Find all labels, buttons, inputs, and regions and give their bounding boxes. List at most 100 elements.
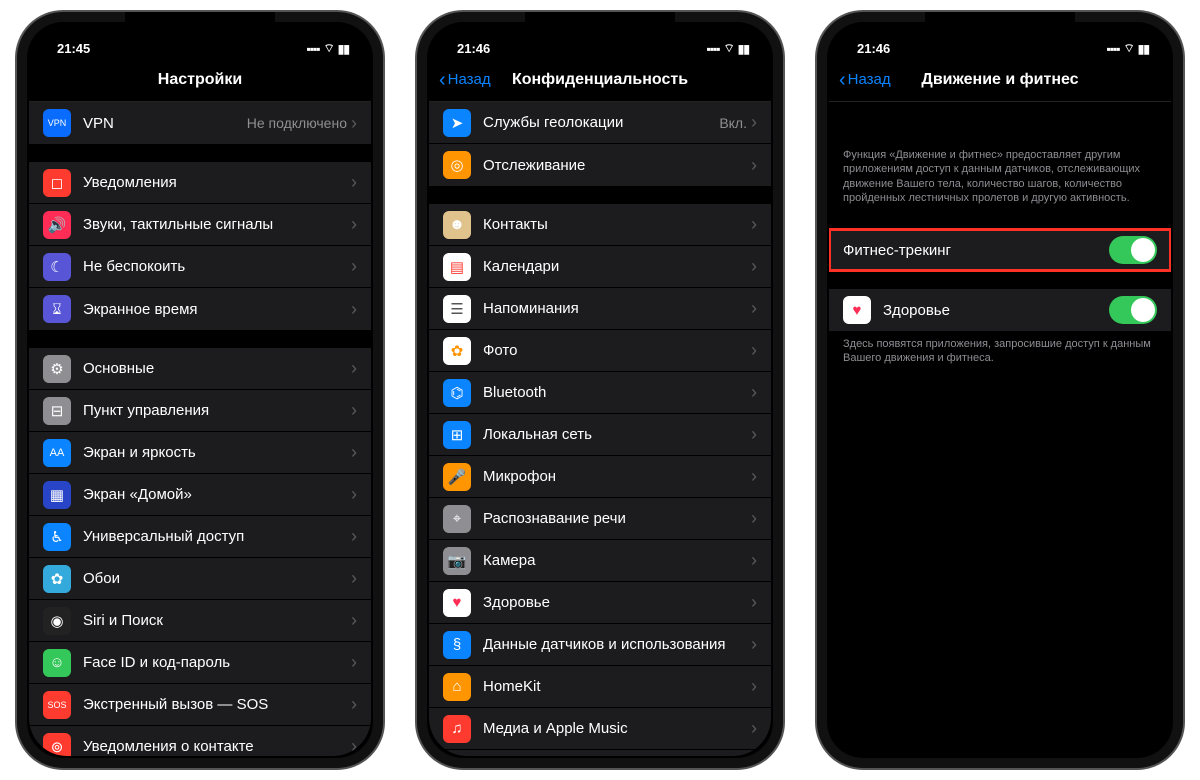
row-label: Календари [483,258,751,275]
row-label: VPN [83,115,247,132]
back-label: Назад [848,71,891,88]
settings-group: ◻︎Уведомления›🔊Звуки, тактильные сигналы… [29,162,371,330]
settings-row[interactable]: ⌛︎Экранное время› [29,288,371,330]
general-icon: ⚙︎ [43,355,71,383]
settings-row[interactable]: ☰Напоминания› [429,288,771,330]
siri-icon: ◉ [43,607,71,635]
speech-icon: ⌖ [443,505,471,533]
phone-1: 21:45 ▪▪▪▪ ⌔ ▮▮ Настройки VPNVPNНе подкл… [15,10,385,770]
homekit-icon: ⌂ [443,673,471,701]
row-label: Уведомления [83,174,351,191]
settings-row[interactable]: ▤Календари› [429,246,771,288]
settings-row[interactable]: AAЭкран и яркость› [29,432,371,474]
status-time: 21:45 [57,41,90,56]
settings-row[interactable]: 🗀Файлы и папки› [429,750,771,756]
settings-row[interactable]: §Данные датчиков и использования› [429,624,771,666]
reminders-icon: ☰ [443,295,471,323]
row-label: Не беспокоить [83,258,351,275]
navbar-1: Настройки [29,58,371,102]
settings-row[interactable]: ⌂HomeKit› [429,666,771,708]
chevron-right-icon: › [751,256,757,277]
status-time: 21:46 [457,41,490,56]
settings-row[interactable]: 📷Камера› [429,540,771,582]
status-icons: ▪▪▪▪ ⌔ ▮▮ [1106,41,1149,56]
chevron-right-icon: › [751,508,757,529]
settings-row[interactable]: ⚙︎Основные› [29,348,371,390]
row-label: Локальная сеть [483,426,751,443]
chevron-left-icon: ‹ [439,70,446,90]
settings-row[interactable]: ☾Не беспокоить› [29,246,371,288]
settings-row[interactable]: ◉Siri и Поиск› [29,600,371,642]
chevron-right-icon: › [351,358,357,379]
row-label: Контакты [483,216,751,233]
chevron-right-icon: › [751,214,757,235]
camera-icon: 📷 [443,547,471,575]
settings-row[interactable]: ◻︎Уведомления› [29,162,371,204]
health-row[interactable]: ♥︎ Здоровье [829,289,1171,331]
status-time: 21:46 [857,41,890,56]
row-label: Экранное время [83,301,351,318]
status-icons: ▪▪▪▪ ⌔ ▮▮ [306,41,349,56]
navbar-3: ‹ Назад Движение и фитнес [829,58,1171,102]
wifi-icon: ⌔ [1124,41,1134,56]
localnet-icon: ⊞ [443,421,471,449]
settings-group: ⚙︎Основные›⊟Пункт управления›AAЭкран и я… [29,348,371,756]
settings-row[interactable]: ▦Экран «Домой»› [29,474,371,516]
health-label: Здоровье [883,302,1109,319]
chevron-right-icon: › [751,112,757,133]
chevron-right-icon: › [751,592,757,613]
notch [125,12,275,40]
row-detail: Вкл. [719,115,747,131]
settings-row[interactable]: ✿Обои› [29,558,371,600]
row-label: Уведомления о контакте [83,738,351,755]
settings-row[interactable]: ☺︎Face ID и код-пароль› [29,642,371,684]
settings-row[interactable]: ♿︎Универсальный доступ› [29,516,371,558]
settings-row[interactable]: 🔊Звуки, тактильные сигналы› [29,204,371,246]
row-label: Экран «Домой» [83,486,351,503]
health-toggle[interactable] [1109,296,1157,324]
fitness-tracking-toggle[interactable] [1109,236,1157,264]
settings-row[interactable]: ➤Службы геолокацииВкл.› [429,102,771,144]
navbar-2: ‹ Назад Конфиденциальность [429,58,771,102]
settings-row[interactable]: SOS Экстренный вызов — SOS› [29,684,371,726]
fitness-tracking-row[interactable]: Фитнес-трекинг [829,229,1171,271]
health-icon: ♥︎ [443,589,471,617]
sounds-icon: 🔊 [43,211,71,239]
settings-row[interactable]: VPNVPNНе подключено› [29,102,371,144]
battery-icon: ▮▮ [1138,42,1149,56]
privacy-list[interactable]: ➤Службы геолокацииВкл.›◎Отслеживание› ☻Ко… [429,102,771,756]
page-title: Настройки [158,71,242,89]
row-label: Пункт управления [83,402,351,419]
chevron-right-icon: › [751,340,757,361]
settings-row[interactable]: ♥︎Здоровье› [429,582,771,624]
battery-icon: ▮▮ [338,42,349,56]
faceid-icon: ☺︎ [43,649,71,677]
settings-row[interactable]: ⊞ Локальная сеть› [429,414,771,456]
row-label: Службы геолокации [483,114,719,131]
motion-fitness-content: Функция «Движение и фитнес» предоставляе… [829,102,1171,756]
chevron-right-icon: › [751,550,757,571]
chevron-right-icon: › [751,466,757,487]
settings-row[interactable]: ✿Фото› [429,330,771,372]
page-title: Конфиденциальность [512,71,688,89]
settings-row[interactable]: ♫Медиа и Apple Music› [429,708,771,750]
settings-row[interactable]: ☻Контакты› [429,204,771,246]
battery-icon: ▮▮ [738,42,749,56]
settings-row[interactable]: ◎Отслеживание› [429,144,771,186]
chevron-right-icon: › [751,424,757,445]
settings-row[interactable]: ⊟Пункт управления› [29,390,371,432]
settings-row[interactable]: ⌬Bluetooth› [429,372,771,414]
chevron-right-icon: › [351,526,357,547]
settings-row[interactable]: ⌖Распознавание речи› [429,498,771,540]
settings-list[interactable]: VPNVPNНе подключено› ◻︎Уведомления›🔊Звуки… [29,102,371,756]
chevron-right-icon: › [351,694,357,715]
back-button[interactable]: ‹ Назад [839,70,891,90]
settings-row[interactable]: 🎤Микрофон› [429,456,771,498]
chevron-right-icon: › [351,172,357,193]
back-button[interactable]: ‹ Назад [439,70,491,90]
row-label: Экстренный вызов — SOS [83,696,351,713]
signal-icon: ▪▪▪▪ [306,42,319,56]
sos-icon: SOS [43,691,71,719]
settings-row[interactable]: ⊚Уведомления о контакте› [29,726,371,756]
settings-group: ➤Службы геолокацииВкл.›◎Отслеживание› [429,102,771,186]
